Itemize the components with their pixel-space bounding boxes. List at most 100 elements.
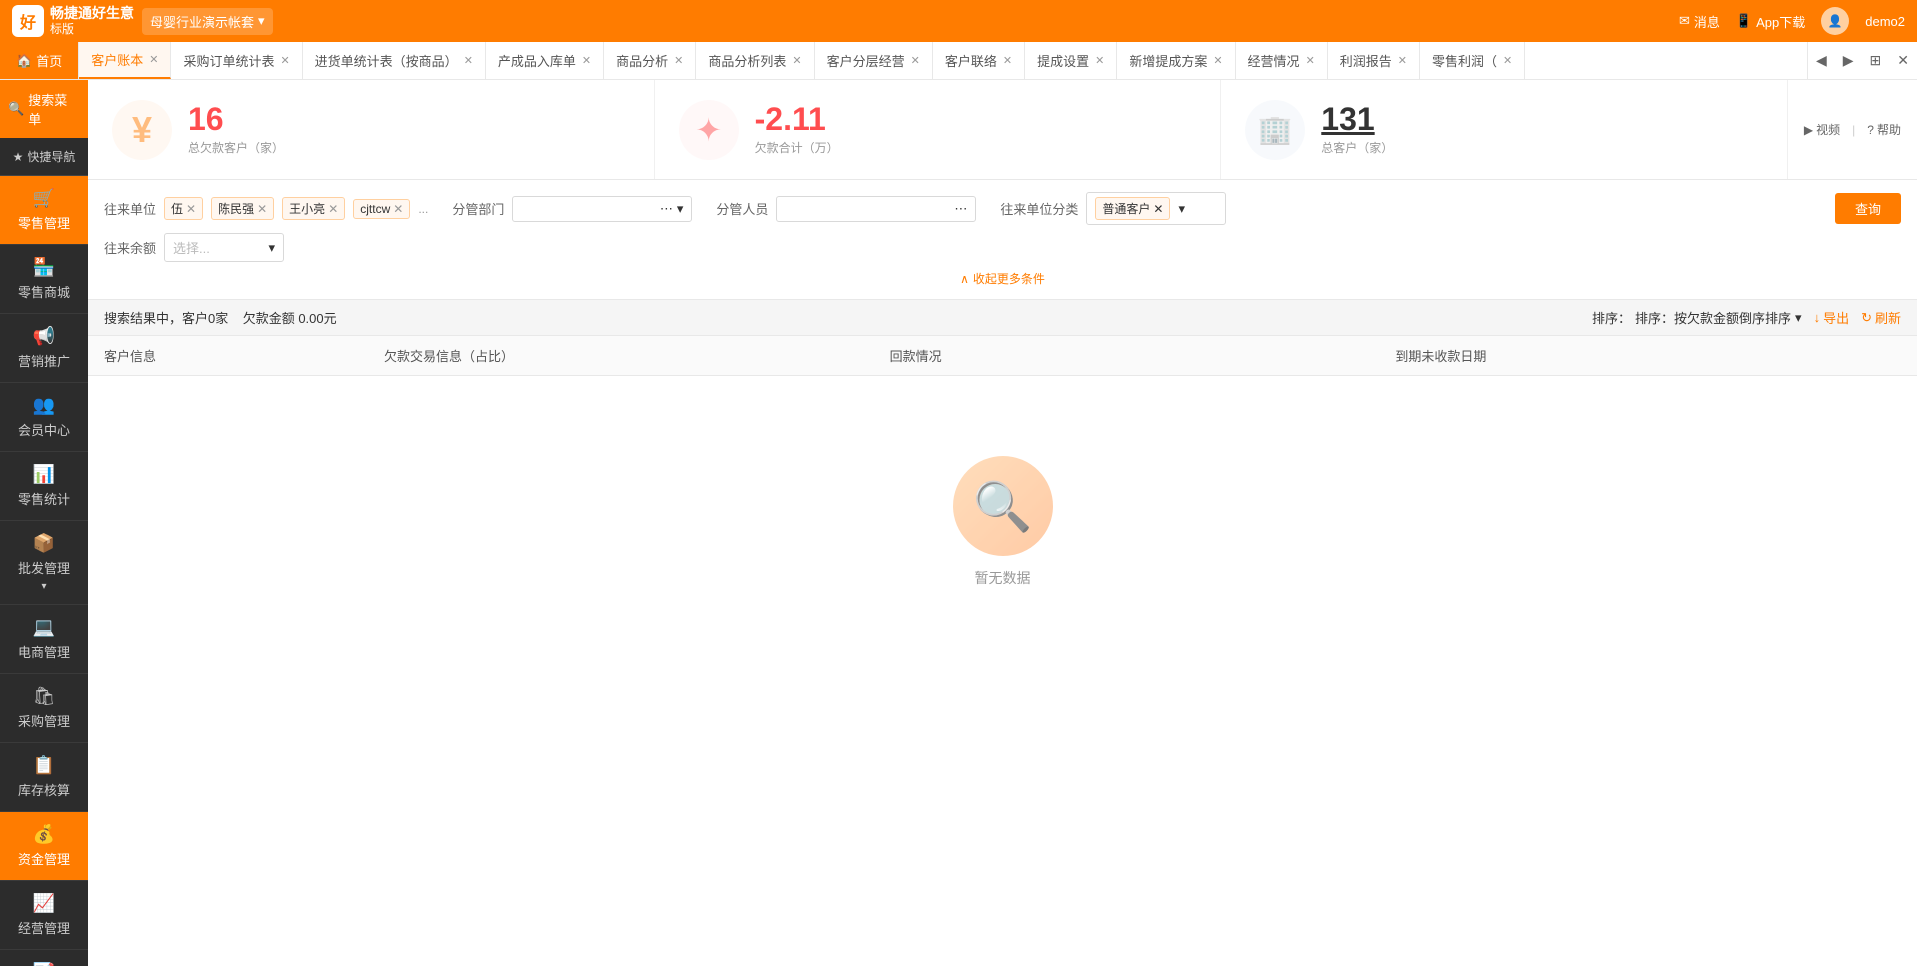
close-icon[interactable]: ✕: [582, 54, 591, 67]
export-btn[interactable]: ↓ 导出: [1814, 308, 1850, 327]
tab-customer-contact[interactable]: 客户联络 ✕: [933, 42, 1025, 79]
tab-business-status[interactable]: 经营情况 ✕: [1236, 42, 1328, 79]
app-download-btn[interactable]: 📱 App下载: [1736, 12, 1805, 31]
tab-goods-stats-label: 进货单统计表（按商品）: [315, 51, 458, 70]
purchase-icon: 🛍: [33, 686, 56, 707]
results-actions: 排序： 排序：按欠款金额倒序排序 ▾ ↓ 导出 ↻ 刷新: [1592, 308, 1901, 327]
top-bar-right: ✉ 消息 📱 App下载 👤 demo2: [1679, 7, 1905, 35]
video-btn[interactable]: ▶ 视频: [1804, 121, 1840, 138]
tab-improve-settings[interactable]: 提成设置 ✕: [1025, 42, 1117, 79]
sidebar-item-member[interactable]: 👥 会员中心: [0, 383, 88, 452]
close-icon[interactable]: ✕: [280, 54, 289, 67]
remove-tag-wang[interactable]: ✕: [328, 202, 338, 216]
filter-tag-chen: 陈民强 ✕: [211, 197, 274, 220]
close-icon[interactable]: ✕: [1213, 54, 1222, 67]
amount-value: 0.00元: [298, 311, 336, 326]
sidebar-item-retail-stats[interactable]: 📊 零售统计: [0, 452, 88, 521]
tab-home[interactable]: 🏠 首页: [0, 42, 79, 79]
close-icon[interactable]: ✕: [1398, 54, 1407, 67]
remove-category[interactable]: ✕: [1153, 202, 1163, 216]
filter-tag-wu: 伍 ✕: [164, 197, 203, 220]
sidebar-search-label: 搜索菜单: [28, 90, 80, 128]
sidebar-item-marketing-label: 营销推广: [18, 351, 70, 370]
close-icon[interactable]: ✕: [911, 54, 920, 67]
stats-banner: ¥ 16 总欠款客户（家） ✦ -2.11 欠款合计（万） 🏢: [88, 80, 1917, 180]
tab-home-label: 首页: [36, 51, 62, 70]
sidebar-item-finance[interactable]: 💰 资金管理: [0, 812, 88, 881]
tab-purchase-order[interactable]: 采购订单统计表 ✕: [171, 42, 302, 79]
avatar[interactable]: 👤: [1821, 7, 1849, 35]
sidebar-item-retail-shop[interactable]: 🏪 零售商城: [0, 245, 88, 314]
filter-tag-cjttcw: cjttcw ✕: [353, 199, 410, 219]
sidebar-search[interactable]: 🔍 搜索菜单: [0, 80, 88, 138]
sidebar-item-retail-label: 零售管理: [18, 213, 70, 232]
tab-new-improvement[interactable]: 新增提成方案 ✕: [1117, 42, 1235, 79]
tab-retail-profit[interactable]: 零售利润（ ✕: [1420, 42, 1525, 79]
collapse-btn[interactable]: ∧ 收起更多条件: [104, 270, 1901, 287]
close-icon[interactable]: ✕: [1306, 54, 1315, 67]
nav-prev-btn[interactable]: ◀: [1808, 42, 1835, 79]
stat-overdue-customers-label: 总欠款客户（家）: [188, 139, 284, 156]
ecommerce-icon: 💻: [33, 617, 55, 638]
logo-sub: 标版: [50, 22, 134, 38]
category-label: 往来单位分类: [1000, 199, 1078, 218]
tab-profit-report[interactable]: 利润报告 ✕: [1328, 42, 1420, 79]
username[interactable]: demo2: [1865, 14, 1905, 29]
remove-tag-cjttcw[interactable]: ✕: [393, 202, 403, 216]
filter-area: 往来单位 伍 ✕ 陈民强 ✕ 王小亮 ✕ cjttcw ✕ ...: [88, 180, 1917, 300]
help-label: 帮助: [1877, 121, 1901, 138]
stat-overdue-amount: ✦ -2.11 欠款合计（万）: [655, 80, 1222, 179]
wholesale-icon: 📦: [33, 533, 55, 554]
category-select[interactable]: 普通客户 ✕ ▾: [1086, 192, 1226, 225]
tab-product-entry[interactable]: 产成品入库单 ✕: [486, 42, 604, 79]
sidebar-item-finance-label: 资金管理: [18, 849, 70, 868]
sidebar-item-basic[interactable]: 📝 基础信息: [0, 950, 88, 966]
nav-next-btn[interactable]: ▶: [1835, 42, 1862, 79]
tab-goods-stats[interactable]: 进货单统计表（按商品） ✕: [303, 42, 486, 79]
close-icon[interactable]: ✕: [674, 54, 683, 67]
close-icon[interactable]: ✕: [792, 54, 801, 67]
close-icon[interactable]: ✕: [1503, 54, 1512, 67]
remove-tag-wu[interactable]: ✕: [186, 202, 196, 216]
sidebar-item-wholesale[interactable]: 📦 批发管理 ▾: [0, 521, 88, 605]
tab-goods-analysis-list[interactable]: 商品分析列表 ✕: [696, 42, 814, 79]
tab-goods-analysis[interactable]: 商品分析 ✕: [604, 42, 696, 79]
table-header: 客户信息 欠款交易信息（占比） 回款情况 到期未收款日期: [88, 336, 1917, 376]
sidebar-item-purchase[interactable]: 🛍 采购管理: [0, 674, 88, 743]
nav-expand-btn[interactable]: ⊞: [1862, 42, 1890, 79]
tab-goods-analysis-label: 商品分析: [616, 51, 668, 70]
close-icon[interactable]: ✕: [464, 54, 473, 67]
sidebar-quick-nav[interactable]: ★ 快捷导航: [0, 138, 88, 176]
category-selected-text: 普通客户: [1102, 200, 1150, 217]
tab-customer-tier[interactable]: 客户分层经营 ✕: [815, 42, 933, 79]
basic-icon: 📝: [33, 962, 55, 966]
store-selector[interactable]: 母婴行业演示帐套 ▾: [142, 8, 273, 35]
search-button[interactable]: 查询: [1835, 193, 1901, 224]
app-download-label: App下载: [1756, 12, 1805, 31]
close-icon[interactable]: ✕: [149, 53, 158, 66]
filter-more-btn[interactable]: ...: [418, 202, 428, 216]
tab-customer-account[interactable]: 客户账本 ✕: [79, 42, 171, 79]
quick-nav-label: 快捷导航: [27, 148, 75, 165]
help-btn[interactable]: ? 帮助: [1867, 121, 1901, 138]
inventory-icon: 📋: [33, 755, 55, 776]
sidebar-item-inventory[interactable]: 📋 库存核算: [0, 743, 88, 812]
sidebar-item-operations[interactable]: 📈 经营管理: [0, 881, 88, 950]
balance-select[interactable]: 选择... ▾: [164, 233, 284, 262]
sidebar-item-marketing[interactable]: 📢 营销推广: [0, 314, 88, 383]
remove-tag-chen[interactable]: ✕: [257, 202, 267, 216]
nav-close-all-btn[interactable]: ✕: [1889, 42, 1917, 79]
close-icon[interactable]: ✕: [1003, 54, 1012, 67]
dept-select[interactable]: ⋯ ▾: [512, 196, 692, 222]
refresh-btn[interactable]: ↻ 刷新: [1861, 308, 1901, 327]
person-select[interactable]: ⋯: [776, 196, 976, 222]
sidebar-item-ecommerce[interactable]: 💻 电商管理: [0, 605, 88, 674]
sidebar-item-retail[interactable]: 🛒 零售管理: [0, 176, 88, 245]
empty-text: 暂无数据: [975, 568, 1031, 588]
message-btn[interactable]: ✉ 消息: [1679, 12, 1720, 31]
tab-improve-settings-label: 提成设置: [1037, 51, 1089, 70]
col-customer-info: 客户信息: [104, 346, 384, 365]
close-icon[interactable]: ✕: [1095, 54, 1104, 67]
sort-select[interactable]: 排序： 排序：按欠款金额倒序排序 ▾: [1592, 308, 1802, 327]
store-name: 母婴行业演示帐套: [150, 12, 254, 31]
